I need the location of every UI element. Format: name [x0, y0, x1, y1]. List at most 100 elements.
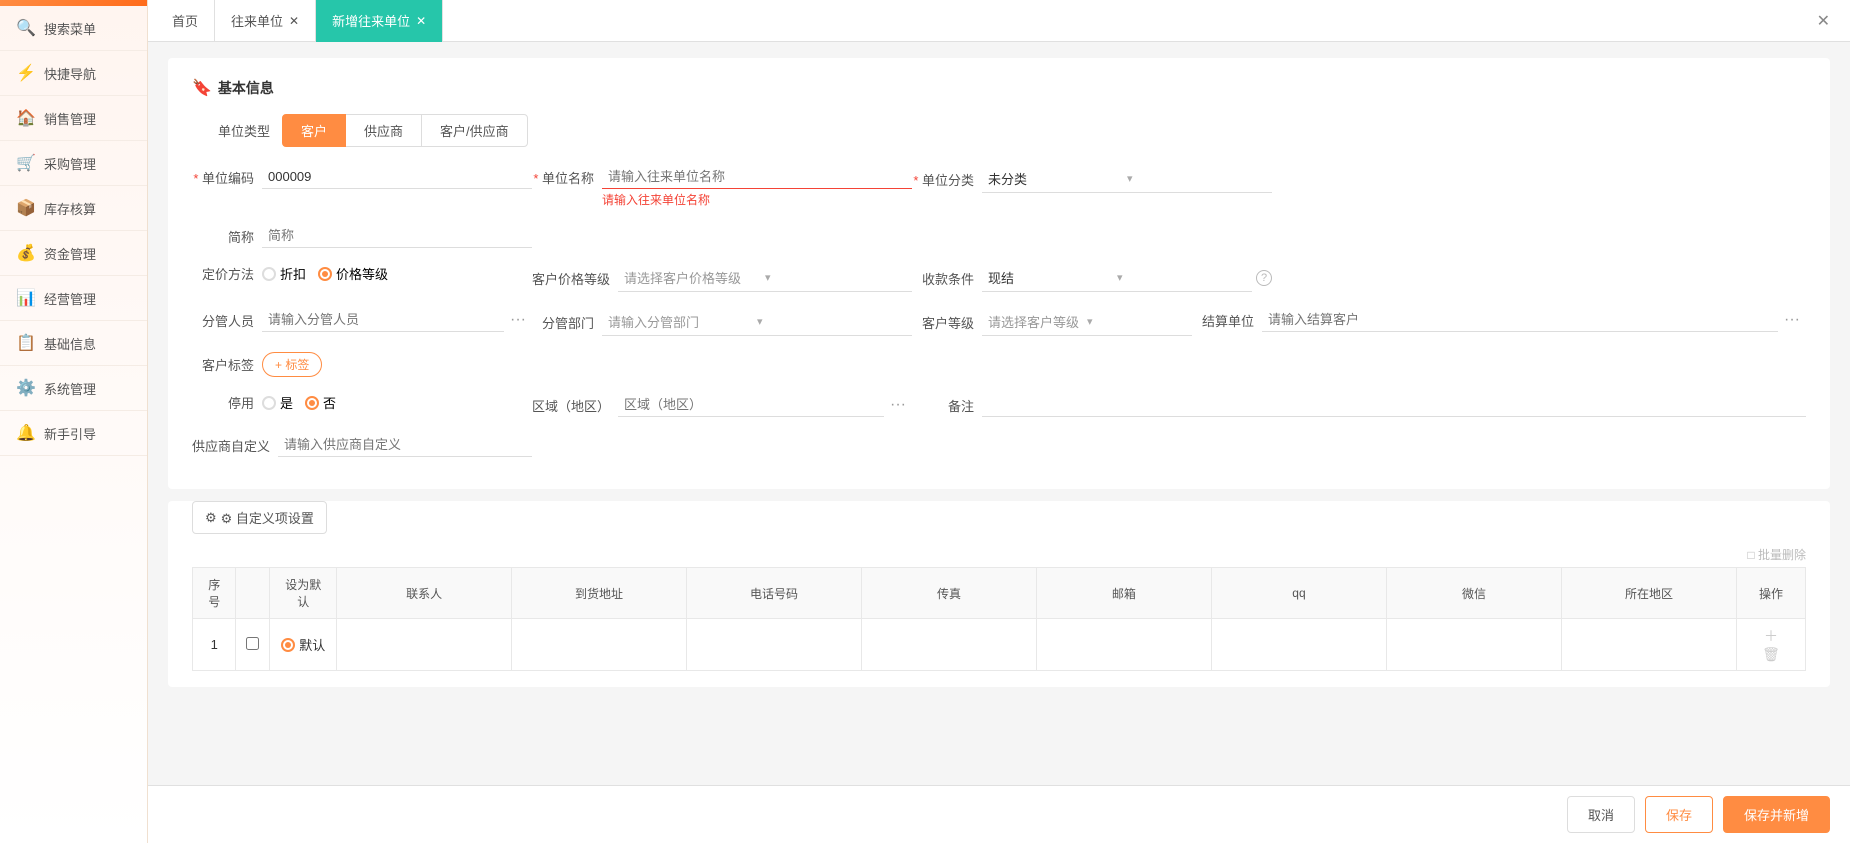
batch-delete-icon: □ — [1747, 548, 1754, 562]
unit-type-row: 单位类型 客户 供应商 客户/供应商 — [192, 114, 1806, 147]
phone-input[interactable] — [697, 637, 851, 652]
add-tag-button[interactable]: + 标签 — [262, 352, 322, 377]
code-input[interactable] — [262, 165, 532, 189]
cell-address[interactable] — [512, 619, 687, 671]
region-input[interactable] — [618, 393, 884, 417]
region-more-icon[interactable]: ··· — [884, 396, 912, 414]
table-header-row: 序号 设为默认 联系人 到货地址 电话号码 传真 邮箱 qq 微信 所在地区 操… — [193, 568, 1806, 619]
row-disabled-region: 停用 是 否 区域（地区） — [192, 393, 1806, 417]
settlement-input[interactable] — [1262, 308, 1778, 332]
field-tag: 客户标签 + 标签 — [192, 352, 1806, 377]
sidebar-item-newbie[interactable]: 🔔 新手引导 — [0, 411, 147, 456]
tab-partners-close[interactable]: ✕ — [289, 14, 299, 28]
sidebar-item-sales[interactable]: 🏠 销售管理 — [0, 96, 147, 141]
field-price-level: 客户价格等级 请选择客户价格等级 ▾ — [532, 264, 912, 292]
manager-input[interactable] — [262, 308, 504, 332]
radio-no[interactable]: 否 — [305, 393, 336, 412]
window-close-button[interactable]: ✕ — [1805, 11, 1842, 31]
price-level-select[interactable]: 请选择客户价格等级 ▾ — [618, 264, 912, 292]
supplier-custom-input[interactable] — [278, 433, 532, 457]
sidebar-item-system[interactable]: ⚙️ 系统管理 — [0, 366, 147, 411]
sidebar-item-search[interactable]: 🔍 搜索菜单 — [0, 6, 147, 51]
category-select[interactable]: 未分类 ▾ — [982, 165, 1272, 193]
tab-home-label: 首页 — [172, 11, 198, 30]
fax-input[interactable] — [872, 637, 1026, 652]
region-row-input[interactable] — [1572, 637, 1726, 652]
department-select[interactable]: 请输入分管部门 ▾ — [602, 308, 912, 336]
add-row-icon[interactable]: ＋ — [1760, 628, 1782, 644]
cell-checkbox[interactable] — [236, 619, 270, 671]
abbr-input[interactable] — [262, 224, 532, 248]
tabbar: 首页 往来单位 ✕ 新增往来单位 ✕ ✕ — [148, 0, 1850, 42]
category-value: 未分类 — [988, 169, 1127, 188]
search-icon: 🔍 — [16, 18, 36, 38]
manager-more-icon[interactable]: ··· — [504, 311, 532, 329]
sidebar-item-quicknav[interactable]: ⚡ 快捷导航 — [0, 51, 147, 96]
settlement-label: 结算单位 — [1192, 311, 1262, 330]
cell-qq[interactable] — [1211, 619, 1386, 671]
code-label: 单位编码 — [192, 168, 262, 187]
col-checkbox — [236, 568, 270, 619]
radio-yes[interactable]: 是 — [262, 393, 293, 412]
customer-level-select[interactable]: 请选择客户等级 ▾ — [982, 308, 1192, 336]
sidebar-item-label: 新手引导 — [44, 424, 96, 443]
sidebar-item-basicinfo[interactable]: 📋 基础信息 — [0, 321, 147, 366]
address-input[interactable] — [522, 637, 676, 652]
batch-delete-btn[interactable]: □ 批量删除 — [192, 546, 1806, 563]
col-region: 所在地区 — [1561, 568, 1736, 619]
col-seq: 序号 — [193, 568, 236, 619]
sidebar-item-label: 销售管理 — [44, 109, 96, 128]
type-btn-both[interactable]: 客户/供应商 — [421, 114, 528, 147]
payment-terms-arrow-icon: ▾ — [1117, 271, 1246, 284]
radio-price-level[interactable]: 价格等级 — [318, 264, 388, 283]
section-header: 🔖 基本信息 — [192, 78, 1806, 98]
price-level-placeholder: 请选择客户价格等级 — [624, 268, 765, 287]
sidebar-item-label: 经营管理 — [44, 289, 96, 308]
tab-new-partner[interactable]: 新增往来单位 ✕ — [316, 0, 443, 42]
col-fax: 传真 — [861, 568, 1036, 619]
cell-region[interactable] — [1561, 619, 1736, 671]
delete-row-icon[interactable]: 🗑 — [1758, 646, 1784, 662]
save-new-button[interactable]: 保存并新增 — [1723, 796, 1830, 833]
sidebar-item-label: 采购管理 — [44, 154, 96, 173]
tab-home[interactable]: 首页 — [156, 0, 215, 42]
custom-settings-button[interactable]: ⚙ ⚙ 自定义项设置 — [192, 501, 327, 534]
sidebar-item-purchase[interactable]: 🛒 采购管理 — [0, 141, 147, 186]
settlement-more-icon[interactable]: ··· — [1778, 311, 1806, 329]
radio-yes-dot — [262, 396, 276, 410]
cell-email[interactable] — [1036, 619, 1211, 671]
payment-terms-select[interactable]: 现结 ▾ — [982, 264, 1252, 292]
contact-input[interactable] — [347, 637, 501, 652]
wechat-input[interactable] — [1397, 637, 1551, 652]
unit-type-label: 单位类型 — [192, 121, 282, 140]
cell-phone[interactable] — [687, 619, 862, 671]
sidebar-item-finance[interactable]: 💰 资金管理 — [0, 231, 147, 276]
payment-terms-help-icon[interactable]: ? — [1256, 270, 1272, 286]
settings-btn-label: ⚙ 自定义项设置 — [221, 508, 314, 527]
cell-wechat[interactable] — [1387, 619, 1562, 671]
default-radio[interactable]: 默认 — [280, 635, 326, 654]
category-arrow-icon: ▾ — [1127, 172, 1266, 185]
finance-icon: 💰 — [16, 243, 36, 263]
type-btn-supplier[interactable]: 供应商 — [346, 114, 421, 147]
pricing-radio-group: 折扣 价格等级 — [262, 264, 388, 283]
field-abbr: 简称 — [192, 224, 532, 248]
cancel-button[interactable]: 取消 — [1567, 796, 1635, 833]
tab-new-partner-close[interactable]: ✕ — [416, 14, 426, 28]
row-checkbox[interactable] — [246, 637, 259, 650]
save-button[interactable]: 保存 — [1645, 796, 1713, 833]
radio-discount[interactable]: 折扣 — [262, 264, 306, 283]
cell-contact[interactable] — [337, 619, 512, 671]
name-input[interactable] — [602, 165, 912, 189]
qq-input[interactable] — [1222, 637, 1376, 652]
tab-partners[interactable]: 往来单位 ✕ — [215, 0, 316, 42]
disabled-radio-group: 是 否 — [262, 393, 336, 412]
cell-fax[interactable] — [861, 619, 1036, 671]
type-btn-customer[interactable]: 客户 — [282, 114, 346, 147]
sidebar-item-inventory[interactable]: 📦 库存核算 — [0, 186, 147, 231]
notes-input[interactable] — [982, 393, 1806, 417]
col-action: 操作 — [1736, 568, 1805, 619]
sidebar-item-operations[interactable]: 📊 经营管理 — [0, 276, 147, 321]
email-input[interactable] — [1047, 637, 1201, 652]
basicinfo-icon: 📋 — [16, 333, 36, 353]
